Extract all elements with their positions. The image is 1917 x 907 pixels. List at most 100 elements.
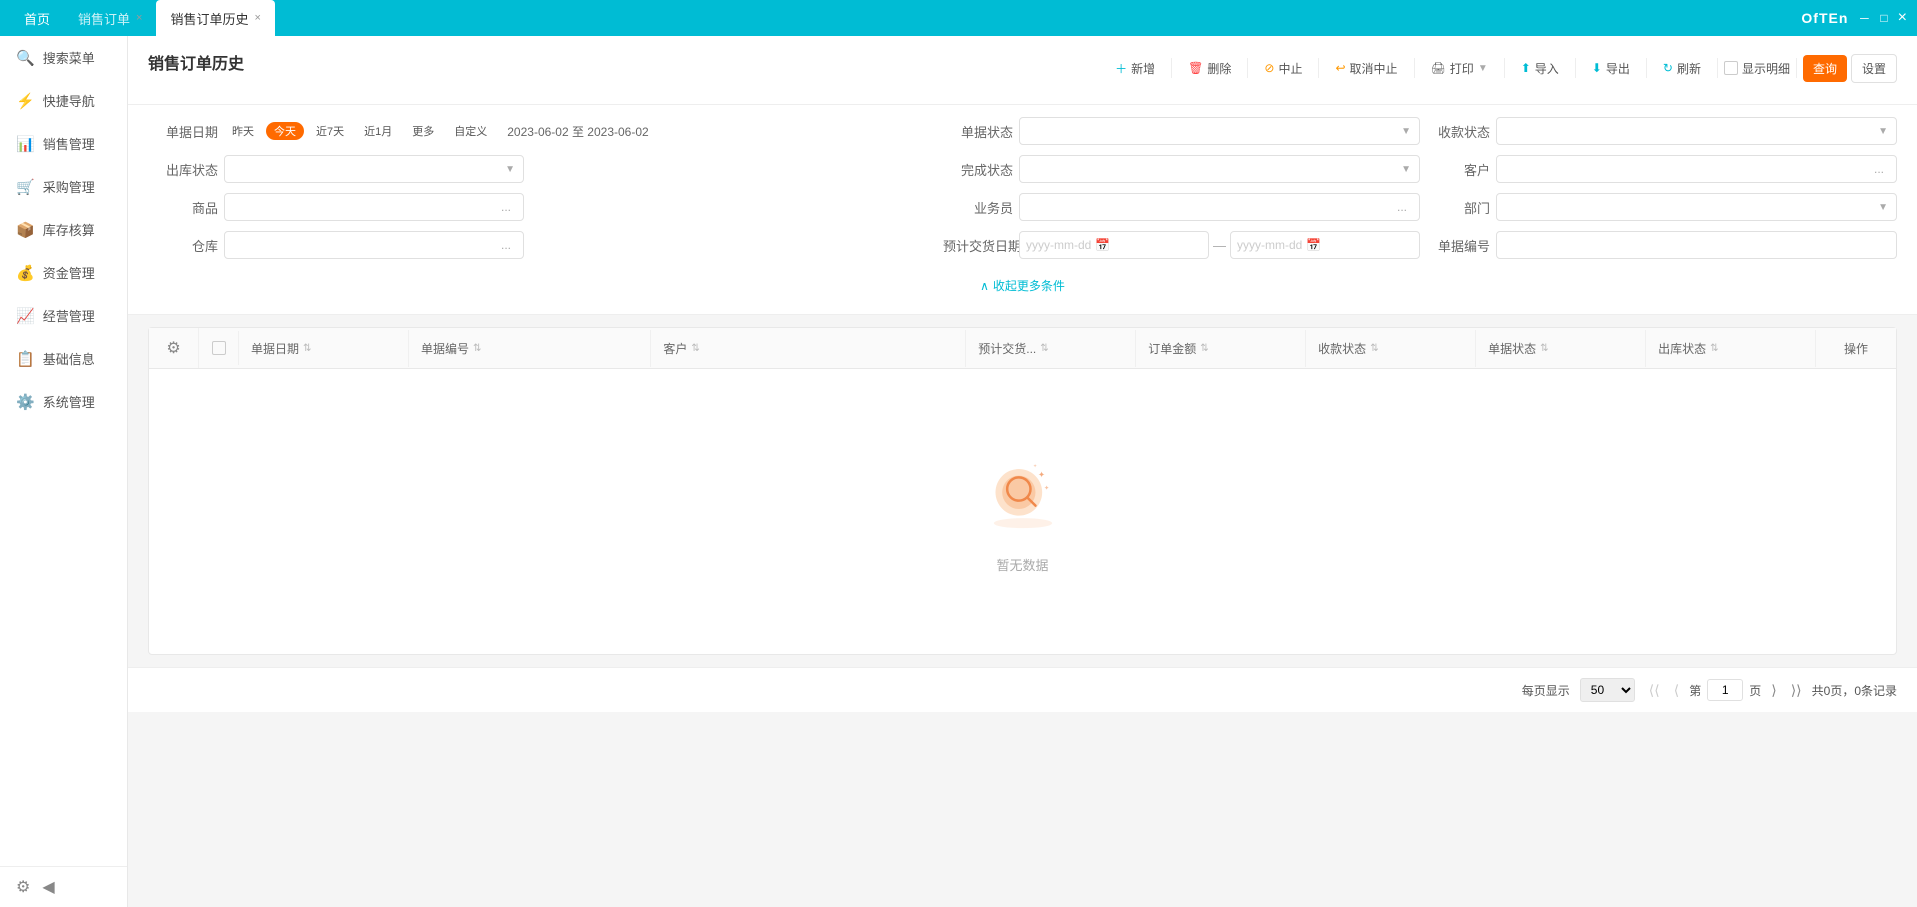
page-number-input[interactable] xyxy=(1707,679,1743,701)
th-amount[interactable]: 订单金额 ⇅ xyxy=(1136,330,1306,367)
warehouse-dots[interactable]: ... xyxy=(497,238,515,252)
import-label: 导入 xyxy=(1535,60,1559,77)
order-no-input[interactable] xyxy=(1496,231,1897,259)
cancel-stop-button[interactable]: ↩ 取消中止 xyxy=(1325,55,1407,82)
select-all-checkbox[interactable] xyxy=(212,341,226,355)
department-input[interactable]: ▼ xyxy=(1496,193,1897,221)
first-page-button[interactable]: ⟨⟨ xyxy=(1645,680,1664,701)
settings-button[interactable]: 设置 xyxy=(1851,54,1897,83)
stop-button[interactable]: ⊘ 中止 xyxy=(1254,55,1312,82)
window-minimize[interactable]: － xyxy=(1858,10,1870,27)
th-pay-status-label: 收款状态 xyxy=(1318,340,1366,357)
salesperson-dots[interactable]: ... xyxy=(1393,200,1411,214)
payment-status-input[interactable]: ▼ xyxy=(1496,117,1897,145)
sidebar-item-quick-nav-label: 快捷导航 xyxy=(43,91,95,110)
th-delivery-date[interactable]: 预计交货... ⇅ xyxy=(966,330,1136,367)
query-button[interactable]: 查询 xyxy=(1803,55,1847,82)
th-pay-status-sort[interactable]: ⇅ xyxy=(1370,343,1378,354)
completion-status-caret: ▼ xyxy=(1401,164,1411,175)
collapse-button[interactable]: ∧ 收起更多条件 xyxy=(976,273,1069,298)
window-close[interactable]: × xyxy=(1898,9,1907,27)
th-date-sort[interactable]: ⇅ xyxy=(303,343,311,354)
sidebar-item-inventory[interactable]: 📦 库存核算 xyxy=(0,208,127,251)
next-page-button[interactable]: ⟩ xyxy=(1767,680,1780,701)
tab-sales-order-history-close[interactable]: × xyxy=(254,12,260,24)
import-button[interactable]: ⬆ 导入 xyxy=(1511,55,1569,82)
table-settings-button[interactable]: ⚙ xyxy=(161,338,186,358)
calendar-icon-from[interactable]: 📅 xyxy=(1095,238,1110,252)
sidebar-item-operations[interactable]: 📈 经营管理 xyxy=(0,294,127,337)
cancel-stop-label: 取消中止 xyxy=(1350,60,1398,77)
display-toggle-checkbox[interactable] xyxy=(1724,61,1738,75)
th-delivery-sort[interactable]: ⇅ xyxy=(1040,343,1048,354)
delete-button[interactable]: 🗑 删除 xyxy=(1178,55,1241,82)
th-date[interactable]: 单据日期 ⇅ xyxy=(239,330,409,367)
table-header: ⚙ 单据日期 ⇅ 单据编号 ⇅ 客户 ⇅ 预计交货... xyxy=(149,328,1896,369)
sidebar-item-purchase-mgmt[interactable]: 🛒 采购管理 xyxy=(0,165,127,208)
tab-sales-order-history[interactable]: 销售订单历史 × xyxy=(156,0,274,36)
print-button[interactable]: 🖨 打印 ▼ xyxy=(1421,55,1498,82)
tab-home[interactable]: 首页 xyxy=(10,0,64,36)
goods-input[interactable]: ... xyxy=(224,193,524,221)
new-label: 新增 xyxy=(1131,60,1155,77)
th-amount-sort[interactable]: ⇅ xyxy=(1200,343,1208,354)
th-checkbox[interactable] xyxy=(199,331,239,365)
sidebar-item-finance[interactable]: 💰 资金管理 xyxy=(0,251,127,294)
date-tag-more[interactable]: 更多 xyxy=(404,122,442,140)
th-customer-label: 客户 xyxy=(663,340,687,357)
warehouse-input[interactable]: ... xyxy=(224,231,524,259)
tab-sales-order[interactable]: 销售订单 × xyxy=(64,0,156,36)
sidebar-item-system-mgmt[interactable]: ⚙️ 系统管理 xyxy=(0,380,127,423)
calendar-icon-to[interactable]: 📅 xyxy=(1306,238,1321,252)
window-maximize[interactable]: □ xyxy=(1880,11,1887,25)
sidebar-item-basic-info[interactable]: 📋 基础信息 xyxy=(0,337,127,380)
customer-dots[interactable]: ... xyxy=(1870,162,1888,176)
sidebar-item-basic-info-label: 基础信息 xyxy=(43,349,95,368)
table-container: ⚙ 单据日期 ⇅ 单据编号 ⇅ 客户 ⇅ 预计交货... xyxy=(148,327,1897,655)
salesperson-input[interactable]: ... xyxy=(1019,193,1420,221)
page-size-select[interactable]: 20 50 100 xyxy=(1580,678,1635,702)
sidebar-item-search-menu[interactable]: 🔍 搜索菜单 xyxy=(0,36,127,79)
th-order-status[interactable]: 单据状态 ⇅ xyxy=(1476,330,1646,367)
th-delivery-status[interactable]: 出库状态 ⇅ xyxy=(1646,330,1816,367)
th-settings[interactable]: ⚙ xyxy=(149,328,199,368)
th-order-no[interactable]: 单据编号 ⇅ xyxy=(409,330,651,367)
tab-sales-order-close[interactable]: × xyxy=(136,12,142,24)
collapse-up-icon: ∧ xyxy=(980,279,989,293)
order-status-input[interactable]: ▼ xyxy=(1019,117,1420,145)
delivery-status-input[interactable]: ▼ xyxy=(224,155,524,183)
delivery-date-from[interactable]: yyyy-mm-dd 📅 xyxy=(1019,231,1209,259)
last-page-button[interactable]: ⟩⟩ xyxy=(1787,680,1806,701)
sidebar-collapse-icon[interactable]: ◀ xyxy=(42,877,54,897)
th-delivery-status-sort[interactable]: ⇅ xyxy=(1710,343,1718,354)
completion-status-input[interactable]: ▼ xyxy=(1019,155,1420,183)
display-toggle[interactable]: 显示明细 xyxy=(1724,60,1790,77)
sidebar-settings-icon[interactable]: ⚙ xyxy=(16,877,30,897)
customer-input[interactable]: ... xyxy=(1496,155,1897,183)
page-jump-label: 第 xyxy=(1689,682,1701,699)
date-tag-custom[interactable]: 自定义 xyxy=(446,122,495,140)
pagination: ⟨⟨ ⟨ 第 页 ⟩ ⟩⟩ 共0页，0条记录 xyxy=(1645,679,1897,701)
sidebar-item-sales-mgmt[interactable]: 📊 销售管理 xyxy=(0,122,127,165)
export-button[interactable]: ⬇ 导出 xyxy=(1582,55,1640,82)
delivery-date-to[interactable]: yyyy-mm-dd 📅 xyxy=(1230,231,1420,259)
date-tag-1month[interactable]: 近1月 xyxy=(356,122,400,140)
th-order-no-sort[interactable]: ⇅ xyxy=(473,343,481,354)
date-tag-today[interactable]: 今天 xyxy=(266,122,304,140)
refresh-button[interactable]: ↻ 刷新 xyxy=(1653,55,1711,82)
date-tag-7days[interactable]: 近7天 xyxy=(308,122,352,140)
divider3 xyxy=(1318,58,1319,78)
top-right: OfTEn － □ × xyxy=(1801,9,1907,27)
goods-dots[interactable]: ... xyxy=(497,200,515,214)
filter-order-no: 单据编号 xyxy=(1420,231,1897,259)
th-customer-sort[interactable]: ⇅ xyxy=(691,343,699,354)
sidebar-item-quick-nav[interactable]: ⚡ 快捷导航 xyxy=(0,79,127,122)
new-button[interactable]: ＋ 新增 xyxy=(1105,55,1165,82)
th-order-status-sort[interactable]: ⇅ xyxy=(1540,343,1548,354)
date-tag-yesterday[interactable]: 昨天 xyxy=(224,122,262,140)
th-pay-status[interactable]: 收款状态 ⇅ xyxy=(1306,330,1476,367)
prev-page-button[interactable]: ⟨ xyxy=(1670,680,1683,701)
th-customer[interactable]: 客户 ⇅ xyxy=(651,330,966,367)
customer-label: 客户 xyxy=(1420,160,1490,179)
search-menu-icon: 🔍 xyxy=(16,49,35,67)
